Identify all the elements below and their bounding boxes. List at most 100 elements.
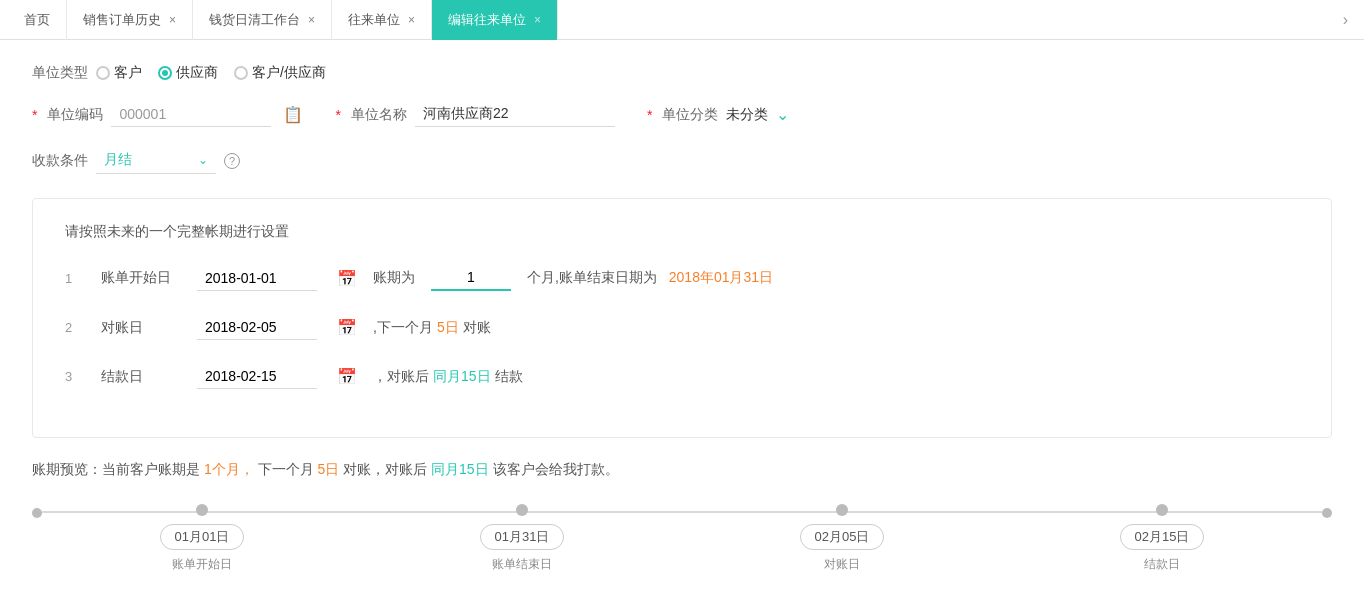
payment-condition-select[interactable]: 月结 ⌄ (96, 147, 216, 174)
end-date-value: 2018年01月31日 (669, 269, 773, 287)
timeline-badge-4: 02月15日 (1120, 524, 1205, 550)
unit-code-input[interactable] (111, 102, 271, 127)
payment-day: 同月15日 (433, 368, 491, 386)
radio-supplier[interactable]: 供应商 (158, 64, 218, 82)
setting-number-3: 3 (65, 369, 85, 384)
timeline-label-1: 账单开始日 (172, 556, 232, 573)
tab-cash-work-label: 钱货日清工作台 (209, 11, 300, 29)
radio-customer-label: 客户 (114, 64, 142, 82)
payment-help-icon[interactable]: ? (224, 153, 240, 169)
reconcile-prefix: ,下一个月 (373, 319, 433, 337)
timeline-label-2: 账单结束日 (492, 556, 552, 573)
unit-classify-star: * (647, 107, 652, 123)
unit-classify-value: 未分类 (726, 106, 768, 124)
tab-partner-unit-close[interactable]: × (408, 13, 415, 27)
timeline-badge-2: 01月31日 (480, 524, 565, 550)
unit-code-star: * (32, 107, 37, 123)
radio-both-label: 客户/供应商 (252, 64, 326, 82)
setting-desc-1: 账期为 (373, 269, 415, 287)
unit-name-field: * 单位名称 (335, 102, 614, 127)
timeline-badge-1: 01月01日 (160, 524, 245, 550)
tab-edit-partner[interactable]: 编辑往来单位 × (432, 0, 558, 40)
tab-edit-partner-label: 编辑往来单位 (448, 11, 526, 29)
preview-text3: 该客户会给我打款。 (493, 461, 619, 477)
unit-name-star: * (335, 107, 340, 123)
unit-info-row: * 单位编码 📋 * 单位名称 * 单位分类 未分类 ⌄ (32, 102, 1332, 127)
timeline: 01月01日 账单开始日 01月31日 账单结束日 02月05日 对账日 (32, 504, 1332, 573)
tab-edit-partner-close[interactable]: × (534, 13, 541, 27)
setting-number-1: 1 (65, 271, 85, 286)
start-date-input[interactable] (197, 266, 317, 291)
tab-home-label: 首页 (24, 11, 50, 29)
preview-highlight2: 5日 (317, 461, 339, 477)
tab-sales-history-label: 销售订单历史 (83, 11, 161, 29)
setting-field-label-2: 对账日 (101, 319, 181, 337)
unit-code-label: 单位编码 (47, 106, 103, 124)
preview-text1: 下一个月 (258, 461, 314, 477)
payment-prefix: ，对账后 (373, 368, 429, 386)
settings-card: 请按照未来的一个完整帐期进行设置 1 账单开始日 📅 账期为 个月,账单结束日期… (32, 198, 1332, 438)
unit-code-field: * 单位编码 📋 (32, 102, 303, 127)
tab-home[interactable]: 首页 (8, 0, 67, 40)
unit-classify-arrow-icon: ⌄ (776, 105, 789, 124)
preview-highlight3: 同月15日 (431, 461, 489, 477)
tab-partner-unit-label: 往来单位 (348, 11, 400, 29)
preview-prefix: 账期预览：当前客户账期是 (32, 461, 200, 477)
unit-type-row: 单位类型 客户 供应商 客户/供应商 (32, 64, 1332, 82)
preview-text: 账期预览：当前客户账期是 1个月， 下一个月 5日 对账，对账后 同月15日 该… (32, 458, 1332, 480)
unit-code-calendar-icon[interactable]: 📋 (283, 105, 303, 124)
unit-classify-select[interactable]: 未分类 ⌄ (726, 105, 789, 124)
tab-partner-unit[interactable]: 往来单位 × (332, 0, 432, 40)
unit-name-label: 单位名称 (351, 106, 407, 124)
payment-condition-value: 月结 (104, 151, 190, 169)
setting-field-label-3: 结款日 (101, 368, 181, 386)
radio-supplier-circle (158, 66, 172, 80)
setting-end-date-desc: 个月,账单结束日期为 2018年01月31日 (527, 269, 773, 287)
setting-mid-text: 个月,账单结束日期为 (527, 269, 657, 287)
radio-customer[interactable]: 客户 (96, 64, 142, 82)
payment-condition-row: 收款条件 月结 ⌄ ? (32, 147, 1332, 174)
timeline-label-3: 对账日 (824, 556, 860, 573)
period-input[interactable] (431, 265, 511, 291)
start-date-calendar-icon[interactable]: 📅 (337, 269, 357, 288)
main-content: 单位类型 客户 供应商 客户/供应商 * 单位编码 (0, 40, 1364, 608)
radio-customer-circle (96, 66, 110, 80)
reconcile-suffix: 对账 (463, 319, 491, 337)
radio-both[interactable]: 客户/供应商 (234, 64, 326, 82)
unit-type-label: 单位类型 (32, 64, 88, 82)
tab-more-chevron[interactable]: › (1335, 11, 1356, 29)
timeline-label-4: 结款日 (1144, 556, 1180, 573)
setting-desc-3: ，对账后 同月15日 结款 (373, 368, 523, 386)
payment-date-input[interactable] (197, 364, 317, 389)
payment-date-calendar-icon[interactable]: 📅 (337, 367, 357, 386)
setting-number-2: 2 (65, 320, 85, 335)
preview-text2: 对账，对账后 (343, 461, 427, 477)
preview-highlight1: 1个月， (204, 461, 254, 477)
setting-row-2: 2 对账日 📅 ,下一个月5日 对账 (65, 315, 1299, 340)
period-label: 账期为 (373, 269, 415, 287)
unit-name-input[interactable] (415, 102, 615, 127)
reconcile-date-calendar-icon[interactable]: 📅 (337, 318, 357, 337)
tab-sales-history[interactable]: 销售订单历史 × (67, 0, 193, 40)
payment-suffix: 结款 (495, 368, 523, 386)
reconcile-date-input[interactable] (197, 315, 317, 340)
unit-type-field: 单位类型 客户 供应商 客户/供应商 (32, 64, 326, 82)
payment-condition-label: 收款条件 (32, 152, 88, 170)
payment-condition-arrow-icon: ⌄ (198, 153, 208, 167)
tab-cash-work[interactable]: 钱货日清工作台 × (193, 0, 332, 40)
unit-classify-label: 单位分类 (662, 106, 718, 124)
setting-row-1: 1 账单开始日 📅 账期为 个月,账单结束日期为 2018年01月31日 (65, 265, 1299, 291)
unit-classify-field: * 单位分类 未分类 ⌄ (647, 105, 789, 124)
setting-field-label-1: 账单开始日 (101, 269, 181, 287)
card-title: 请按照未来的一个完整帐期进行设置 (65, 223, 1299, 241)
reconcile-day: 5日 (437, 319, 459, 337)
setting-desc-2: ,下一个月5日 对账 (373, 319, 491, 337)
unit-type-radio-group: 客户 供应商 客户/供应商 (96, 64, 326, 82)
tab-cash-work-close[interactable]: × (308, 13, 315, 27)
timeline-badge-3: 02月05日 (800, 524, 885, 550)
radio-supplier-label: 供应商 (176, 64, 218, 82)
radio-both-circle (234, 66, 248, 80)
tab-bar: 首页 销售订单历史 × 钱货日清工作台 × 往来单位 × 编辑往来单位 × › (0, 0, 1364, 40)
tab-sales-history-close[interactable]: × (169, 13, 176, 27)
setting-row-3: 3 结款日 📅 ，对账后 同月15日 结款 (65, 364, 1299, 389)
